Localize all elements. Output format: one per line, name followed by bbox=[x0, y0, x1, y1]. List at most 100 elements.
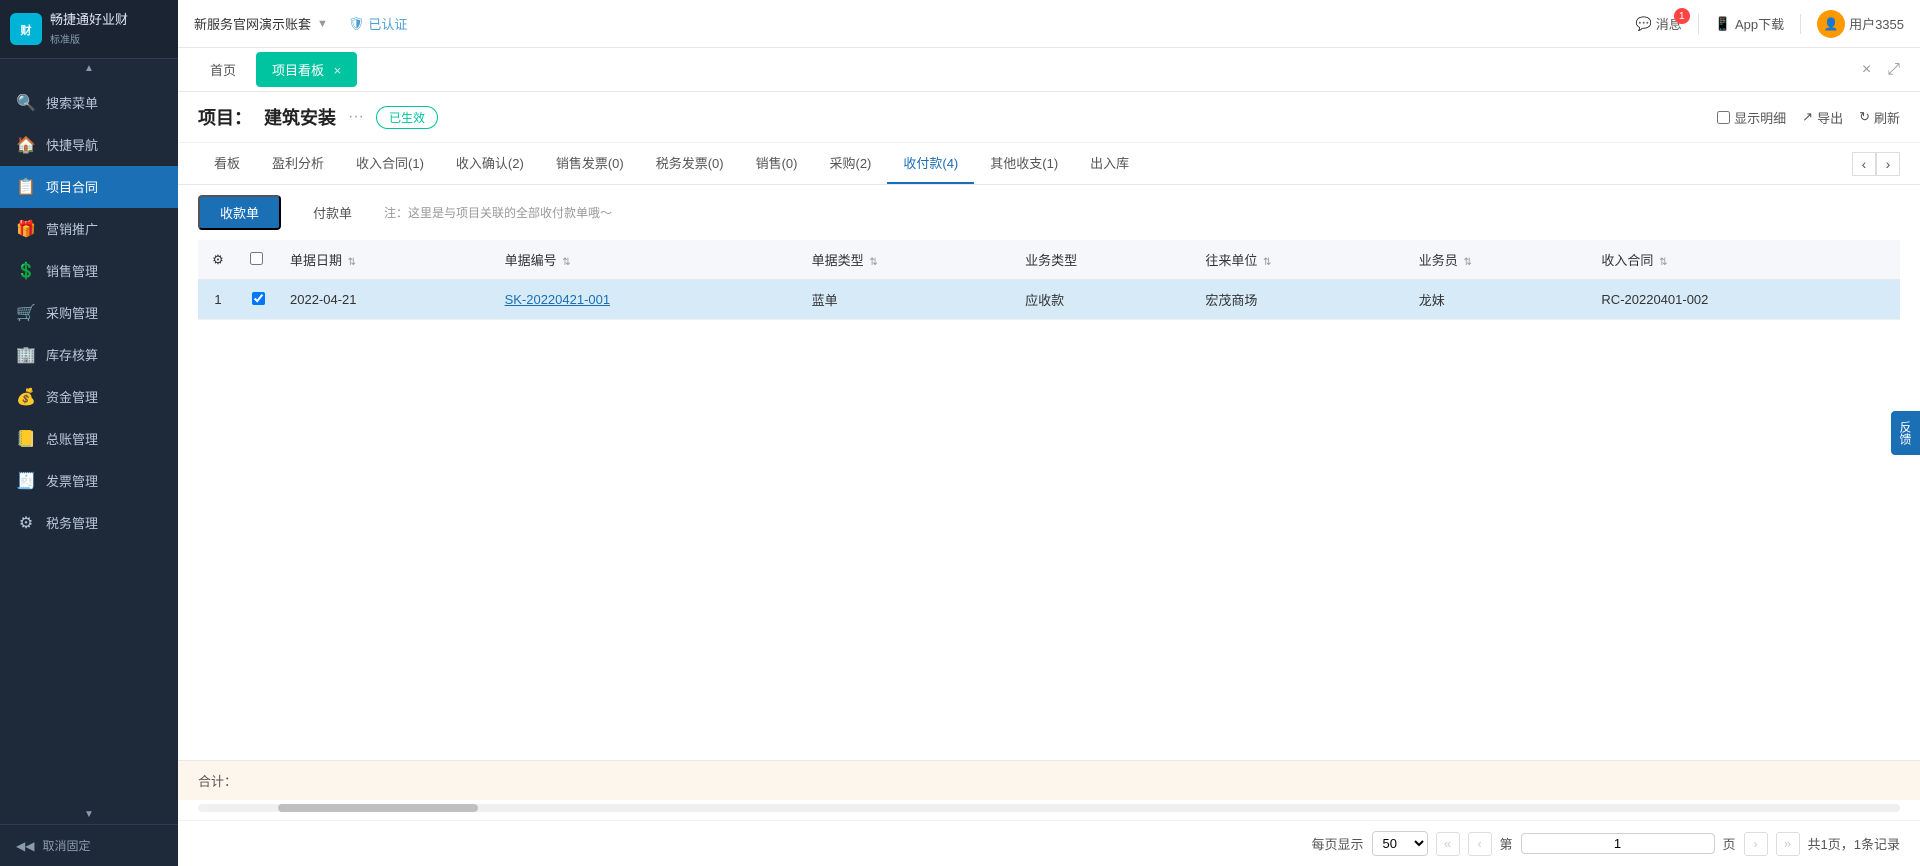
th-bill-type-sort-icon[interactable]: ⇅ bbox=[869, 257, 877, 268]
receipt-type-tabs: 收款单 付款单 注：这里是与项目关联的全部收付款单哦～ bbox=[178, 185, 1920, 240]
nav-label-7: 资金管理 bbox=[46, 387, 98, 406]
th-settings[interactable]: ⚙ bbox=[198, 240, 238, 280]
sidebar-item-10[interactable]: ⚙税务管理 bbox=[0, 502, 178, 544]
th-date-sort-icon[interactable]: ⇅ bbox=[348, 257, 356, 268]
prev-page-button[interactable]: ‹ bbox=[1468, 832, 1492, 856]
bill-no-link[interactable]: SK-20220421-001 bbox=[505, 292, 611, 307]
nav-icon-8: 📒 bbox=[16, 429, 36, 449]
show-detail-label: 显示明细 bbox=[1734, 108, 1786, 127]
sub-tab-inventory[interactable]: 出入库 bbox=[1074, 143, 1145, 184]
app-download-button[interactable]: 📱 App下载 bbox=[1715, 14, 1784, 33]
sidebar-scroll-up[interactable]: ▲ bbox=[0, 59, 178, 78]
sidebar-scroll-down[interactable]: ▼ bbox=[0, 805, 178, 824]
th-partner-sort-icon[interactable]: ⇅ bbox=[1263, 257, 1271, 268]
total-label: 合计： bbox=[198, 774, 237, 789]
project-actions: 显示明细 ↗ 导出 ↻ 刷新 bbox=[1717, 108, 1900, 127]
sub-tab-profit[interactable]: 盈利分析 bbox=[256, 143, 340, 184]
th-bill-no-sort-icon[interactable]: ⇅ bbox=[562, 257, 570, 268]
tab-close-icon[interactable]: × bbox=[334, 63, 342, 78]
th-salesperson-sort-icon[interactable]: ⇅ bbox=[1463, 257, 1471, 268]
certified-label: 已认证 bbox=[368, 14, 407, 33]
export-button[interactable]: ↗ 导出 bbox=[1802, 108, 1843, 127]
sidebar-item-8[interactable]: 📒 总账管理 bbox=[0, 418, 178, 460]
sub-tab-sales-invoice[interactable]: 销售发票(0) bbox=[540, 143, 640, 184]
last-page-button[interactable]: » bbox=[1776, 832, 1800, 856]
sidebar-item-3[interactable]: 🎁营销推广 bbox=[0, 208, 178, 250]
select-all-checkbox[interactable] bbox=[250, 252, 263, 265]
sidebar-item-7[interactable]: 💰资金管理 bbox=[0, 376, 178, 418]
message-icon: 💬 bbox=[1636, 16, 1652, 32]
message-button[interactable]: 💬 消息 1 bbox=[1636, 14, 1682, 33]
sub-tab-income-contract[interactable]: 收入合同(1) bbox=[340, 143, 440, 184]
sidebar-item-4[interactable]: 💲销售管理 bbox=[0, 250, 178, 292]
sidebar-item-0[interactable]: 🔍搜索菜单 bbox=[0, 82, 178, 124]
scrollbar-thumb[interactable] bbox=[278, 804, 478, 812]
refresh-icon: ↻ bbox=[1859, 109, 1870, 125]
show-detail-toggle[interactable]: 显示明细 bbox=[1717, 108, 1786, 127]
content-section: 收款单 付款单 注：这里是与项目关联的全部收付款单哦～ ⚙ bbox=[178, 185, 1920, 866]
tab-project-board[interactable]: 项目看板 × bbox=[256, 52, 357, 87]
sidebar-item-6[interactable]: 🏢库存核算 bbox=[0, 334, 178, 376]
receipt-tab-income[interactable]: 收款单 bbox=[198, 195, 281, 230]
nav-label-1: 快捷导航 bbox=[46, 135, 98, 154]
workspace-selector[interactable]: 新服务官网演示账套 ▼ bbox=[194, 14, 328, 33]
certified-badge: 🛡 已认证 bbox=[348, 14, 408, 33]
receipt-table: ⚙ 单据日期 ⇅ 单据编号 ⇅ bbox=[198, 240, 1900, 320]
sidebar-item-9[interactable]: 🧾 发票管理 bbox=[0, 460, 178, 502]
project-header: 项目： 建筑安装 ··· 已生效 显示明细 ↗ 导出 ↻ 刷新 bbox=[178, 92, 1920, 143]
sub-tab-purchase[interactable]: 采购(2) bbox=[813, 143, 887, 184]
settings-icon[interactable]: ⚙ bbox=[212, 252, 224, 267]
topbar-right: 💬 消息 1 📱 App下载 👤 用户3355 bbox=[1636, 10, 1904, 38]
th-checkbox[interactable] bbox=[238, 240, 278, 280]
tab-home[interactable]: 首页 bbox=[194, 52, 252, 87]
svg-text:财: 财 bbox=[20, 23, 32, 37]
receipt-tab-payment[interactable]: 付款单 bbox=[293, 197, 372, 228]
per-page-select[interactable]: 50 20 100 bbox=[1372, 831, 1428, 856]
pagination: 每页显示 50 20 100 « ‹ 第 页 › » 共1页，1条记录 bbox=[178, 820, 1920, 866]
table-row[interactable]: 1 2022-04-21 SK-20220421-001 蓝单 应收款 宏茂商场 bbox=[198, 280, 1900, 320]
nav-label-8: 总账管理 bbox=[46, 429, 98, 448]
td-checkbox[interactable] bbox=[238, 280, 278, 320]
project-name: 建筑安装 bbox=[264, 104, 336, 130]
nav-label-0: 搜索菜单 bbox=[46, 93, 98, 112]
first-page-button[interactable]: « bbox=[1436, 832, 1460, 856]
horizontal-scrollbar[interactable] bbox=[178, 800, 1920, 820]
sub-tab-sales[interactable]: 销售(0) bbox=[740, 143, 814, 184]
sidebar-item-1[interactable]: 🏠 快捷导航 bbox=[0, 124, 178, 166]
close-window-icon[interactable]: × bbox=[1858, 57, 1875, 83]
nav-icon-9: 🧾 bbox=[16, 471, 36, 491]
th-salesperson: 业务员 ⇅ bbox=[1407, 240, 1590, 280]
sub-tab-kanban[interactable]: 看板 bbox=[198, 143, 256, 184]
next-page-button[interactable]: › bbox=[1744, 832, 1768, 856]
project-more-icon[interactable]: ··· bbox=[348, 108, 364, 126]
page-suffix-label: 页 bbox=[1723, 834, 1736, 853]
nav-icon-1: 🏠 bbox=[16, 135, 36, 155]
sub-tab-other-income[interactable]: 其他收支(1) bbox=[974, 143, 1074, 184]
td-bill-type: 蓝单 bbox=[800, 280, 1013, 320]
td-bill-no[interactable]: SK-20220421-001 bbox=[493, 280, 800, 320]
sub-tab-prev-icon[interactable]: ‹ bbox=[1852, 152, 1876, 176]
user-menu[interactable]: 👤 用户3355 bbox=[1817, 10, 1904, 38]
sub-tab-receipt-payment[interactable]: 收付款(4) bbox=[887, 143, 974, 184]
th-biz-type: 业务类型 bbox=[1013, 240, 1193, 280]
sidebar-item-2[interactable]: 📋项目合同 bbox=[0, 166, 178, 208]
shield-icon: 🛡 bbox=[348, 16, 365, 32]
sidebar-item-5[interactable]: 🛒采购管理 bbox=[0, 292, 178, 334]
sidebar-footer-unpin[interactable]: ◀◀ 取消固定 bbox=[0, 824, 178, 866]
td-contract: RC-20220401-002 bbox=[1589, 280, 1900, 320]
refresh-button[interactable]: ↻ 刷新 bbox=[1859, 108, 1900, 127]
page-prefix-label: 第 bbox=[1500, 834, 1513, 853]
show-detail-checkbox[interactable] bbox=[1717, 111, 1730, 124]
scrollbar-track[interactable] bbox=[198, 804, 1900, 812]
sub-tab-income-confirm[interactable]: 收入确认(2) bbox=[440, 143, 540, 184]
resize-window-icon[interactable]: ⤢ bbox=[1883, 57, 1904, 83]
sub-tab-next-icon[interactable]: › bbox=[1876, 152, 1900, 176]
th-contract-sort-icon[interactable]: ⇅ bbox=[1659, 257, 1667, 268]
current-page-input[interactable] bbox=[1521, 833, 1715, 854]
total-info: 共1页，1条记录 bbox=[1808, 834, 1900, 853]
row-checkbox[interactable] bbox=[252, 292, 265, 305]
per-page-label: 每页显示 bbox=[1311, 834, 1363, 853]
feedback-button[interactable]: 反馈 bbox=[1891, 411, 1920, 455]
sub-tab-tax-invoice[interactable]: 税务发票(0) bbox=[640, 143, 740, 184]
nav-label-9: 发票管理 bbox=[46, 471, 98, 490]
